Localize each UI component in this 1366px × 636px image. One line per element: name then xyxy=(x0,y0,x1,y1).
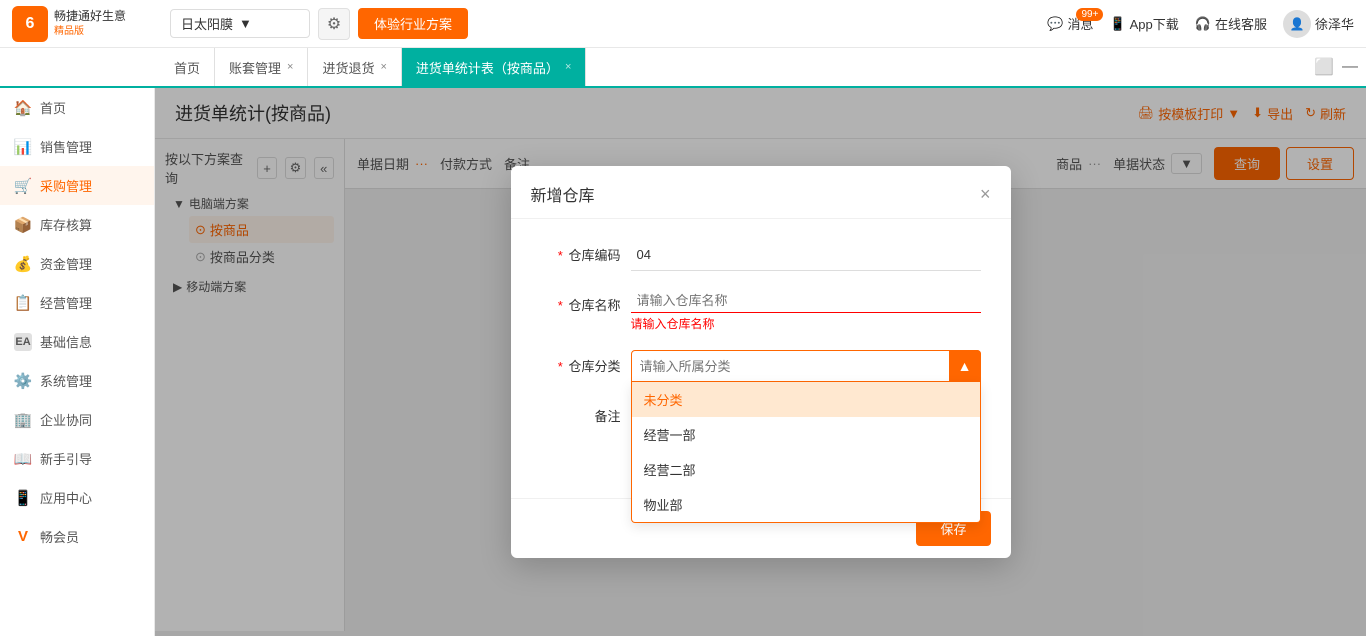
category-input[interactable] xyxy=(631,350,981,382)
main-layout: 🏠 首页 📊 销售管理 🛒 采购管理 📦 库存核算 💰 资金管理 📋 经营管理 … xyxy=(0,88,1366,636)
sidebar-item-basic-info[interactable]: EA 基础信息 xyxy=(0,322,154,361)
sidebar-item-home[interactable]: 🏠 首页 xyxy=(0,88,154,127)
trial-button[interactable]: 体验行业方案 xyxy=(358,8,468,39)
name-input[interactable] xyxy=(631,289,981,313)
settings-button[interactable]: ⚙ xyxy=(318,8,350,40)
new-warehouse-dialog: 新增仓库 × * 仓库编码 * xyxy=(511,166,1011,558)
purchase-icon: 🛒 xyxy=(14,177,32,195)
dropdown-item-1[interactable]: 经营一部 xyxy=(632,417,980,452)
sidebar-item-label: 经营管理 xyxy=(40,293,92,312)
home-icon: 🏠 xyxy=(14,99,32,117)
online-service-button[interactable]: 🎧 在线客服 xyxy=(1195,14,1267,33)
dialog-close-button[interactable]: × xyxy=(980,184,991,205)
sidebar-item-label: 畅会员 xyxy=(40,527,79,546)
notes-label: 备注 xyxy=(541,400,621,425)
sidebar-item-label: 库存核算 xyxy=(40,215,92,234)
logo-text: 畅捷通好生意 精品版 xyxy=(54,8,126,39)
tab-bar-controls: ⬜ — xyxy=(1314,48,1366,86)
guide-icon: 📖 xyxy=(14,450,32,468)
tab-label: 账套管理 xyxy=(229,58,281,77)
tab-close-icon[interactable]: × xyxy=(380,61,386,73)
finance-icon: 💰 xyxy=(14,255,32,273)
sidebar-item-label: 应用中心 xyxy=(40,488,92,507)
operations-icon: 📋 xyxy=(14,294,32,312)
dialog-body: * 仓库编码 * 仓库名称 请输入仓库名称 xyxy=(511,219,1011,498)
sidebar-item-sales[interactable]: 📊 销售管理 xyxy=(0,127,154,166)
sales-icon: 📊 xyxy=(14,138,32,156)
tab-home[interactable]: 首页 xyxy=(160,48,215,86)
tab-purchase-return[interactable]: 进货退货 × xyxy=(308,48,401,86)
system-icon: ⚙️ xyxy=(14,372,32,390)
sidebar-item-vip[interactable]: V 畅会员 xyxy=(0,517,154,556)
tab-bar: 首页 账套管理 × 进货退货 × 进货单统计表（按商品） × ⬜ — xyxy=(0,48,1366,88)
inventory-icon: 📦 xyxy=(14,216,32,234)
apps-icon: 📱 xyxy=(14,489,32,507)
dropdown-item-0[interactable]: 未分类 xyxy=(632,382,980,417)
sidebar-item-label: 销售管理 xyxy=(40,137,92,156)
tab-close-icon[interactable]: × xyxy=(287,61,293,73)
user-menu[interactable]: 👤 徐泽华 xyxy=(1283,10,1354,38)
sidebar-item-label: 系统管理 xyxy=(40,371,92,390)
top-bar-right: 💬 消息 99+ 📱 App下载 🎧 在线客服 👤 徐泽华 xyxy=(1047,10,1354,38)
sidebar: 🏠 首页 📊 销售管理 🛒 采购管理 📦 库存核算 💰 资金管理 📋 经营管理 … xyxy=(0,88,155,636)
sidebar-item-label: 首页 xyxy=(40,98,66,117)
sidebar-item-label: 采购管理 xyxy=(40,176,92,195)
sidebar-item-label: 新手引导 xyxy=(40,449,92,468)
category-field-wrap: ▲ 未分类 经营一部 经营二部 物业部 xyxy=(631,350,981,382)
sidebar-item-apps[interactable]: 📱 应用中心 xyxy=(0,478,154,517)
sidebar-item-label: 企业协同 xyxy=(40,410,92,429)
tab-restore-button[interactable]: ⬜ xyxy=(1314,57,1334,77)
avatar: 👤 xyxy=(1283,10,1311,38)
store-selector[interactable]: 日太阳膜 ▼ xyxy=(170,9,310,38)
category-dropdown: 未分类 经营一部 经营二部 物业部 xyxy=(631,382,981,523)
mobile-icon: 📱 xyxy=(1109,16,1125,32)
tab-minimize-button[interactable]: — xyxy=(1342,58,1358,76)
tab-home-label: 首页 xyxy=(174,58,200,77)
modal-overlay: 新增仓库 × * 仓库编码 * xyxy=(155,88,1366,636)
sidebar-item-label: 基础信息 xyxy=(40,332,92,351)
code-input[interactable] xyxy=(631,239,981,271)
sidebar-item-label: 资金管理 xyxy=(40,254,92,273)
sidebar-item-purchase[interactable]: 🛒 采购管理 xyxy=(0,166,154,205)
name-field-wrap: 请输入仓库名称 xyxy=(631,289,981,332)
sidebar-item-operations[interactable]: 📋 经营管理 xyxy=(0,283,154,322)
tab-label: 进货单统计表（按商品） xyxy=(416,58,559,77)
sidebar-item-system[interactable]: ⚙️ 系统管理 xyxy=(0,361,154,400)
dialog-title: 新增仓库 xyxy=(531,182,595,206)
category-label: * 仓库分类 xyxy=(541,350,621,375)
sidebar-item-finance[interactable]: 💰 资金管理 xyxy=(0,244,154,283)
sidebar-item-inventory[interactable]: 📦 库存核算 xyxy=(0,205,154,244)
content-area: 进货单统计(按商品) 🖨 按模板打印 ▼ ⬇ 导出 ↻ 刷新 xyxy=(155,88,1366,636)
form-row-name: * 仓库名称 请输入仓库名称 xyxy=(541,289,981,332)
code-label: * 仓库编码 xyxy=(541,239,621,264)
form-row-category: * 仓库分类 ▲ 未分类 经营一部 经营二部 物业部 xyxy=(541,350,981,382)
app-download-button[interactable]: 📱 App下载 xyxy=(1109,14,1178,33)
basic-info-icon: EA xyxy=(14,333,32,351)
tab-purchase-stats[interactable]: 进货单统计表（按商品） × xyxy=(402,48,586,86)
category-toggle-button[interactable]: ▲ xyxy=(949,350,981,382)
form-row-code: * 仓库编码 xyxy=(541,239,981,271)
tab-label: 进货退货 xyxy=(322,58,374,77)
vip-icon: V xyxy=(14,528,32,546)
message-button[interactable]: 💬 消息 99+ xyxy=(1047,14,1093,33)
enterprise-icon: 🏢 xyxy=(14,411,32,429)
chevron-down-icon: ▼ xyxy=(239,16,252,31)
top-bar: 6 畅捷通好生意 精品版 日太阳膜 ▼ ⚙ 体验行业方案 💬 消息 99+ 📱 … xyxy=(0,0,1366,48)
logo-area: 6 畅捷通好生意 精品版 xyxy=(12,6,162,42)
dropdown-item-3[interactable]: 物业部 xyxy=(632,487,980,522)
sidebar-item-enterprise[interactable]: 🏢 企业协同 xyxy=(0,400,154,439)
tab-close-icon[interactable]: × xyxy=(565,61,571,73)
name-label: * 仓库名称 xyxy=(541,289,621,314)
logo-icon: 6 xyxy=(12,6,48,42)
sidebar-item-guide[interactable]: 📖 新手引导 xyxy=(0,439,154,478)
message-icon: 💬 xyxy=(1047,16,1063,32)
message-badge: 99+ xyxy=(1076,8,1103,21)
dropdown-item-2[interactable]: 经营二部 xyxy=(632,452,980,487)
tab-account-management[interactable]: 账套管理 × xyxy=(215,48,308,86)
name-error-text: 请输入仓库名称 xyxy=(631,315,981,332)
dialog-header: 新增仓库 × xyxy=(511,166,1011,219)
headset-icon: 🎧 xyxy=(1195,16,1211,32)
